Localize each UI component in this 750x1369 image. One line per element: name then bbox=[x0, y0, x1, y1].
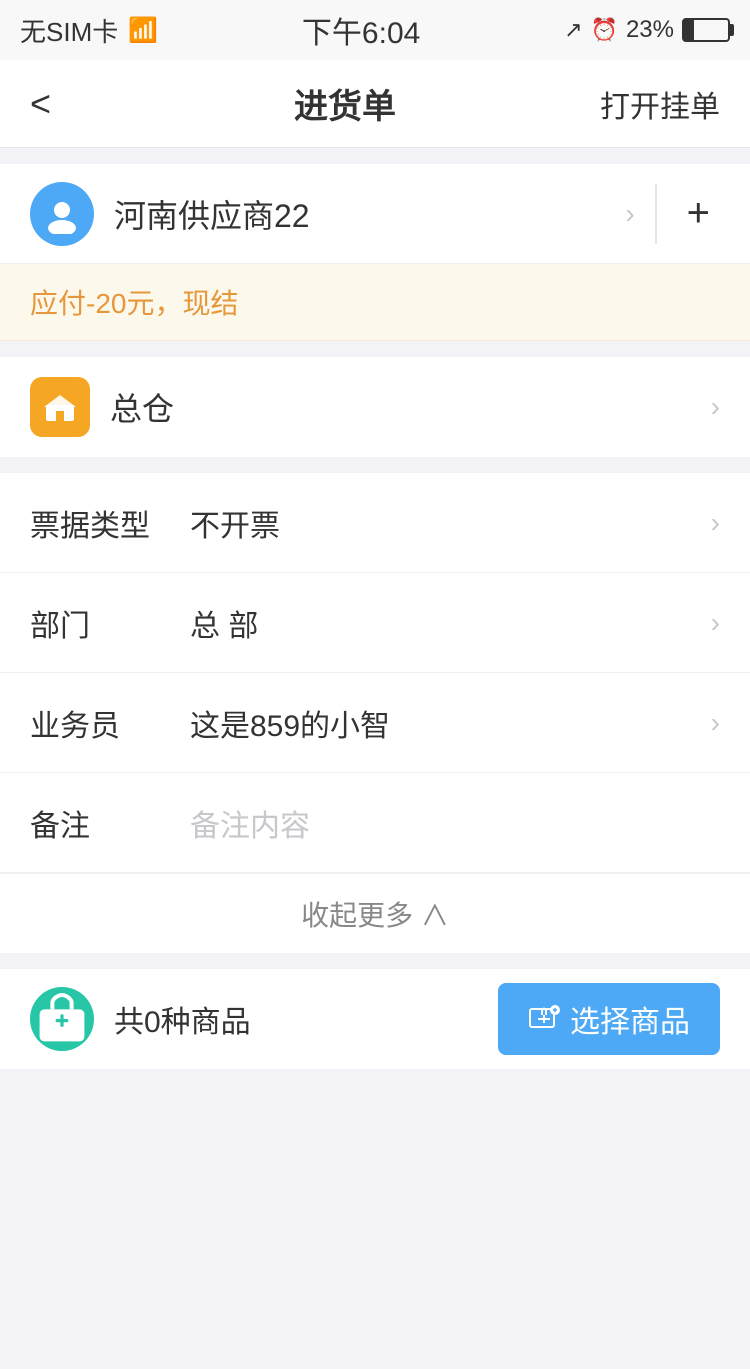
location-icon: ↗ bbox=[564, 17, 582, 43]
remark-row[interactable]: 备注 备注内容 bbox=[0, 773, 750, 873]
status-right: ↗ ⏰ 23% bbox=[564, 16, 730, 44]
supplier-add-button[interactable]: + bbox=[677, 181, 720, 246]
nav-bar: < 进货单 打开挂单 bbox=[0, 60, 750, 148]
select-product-label: 选择商品 bbox=[570, 997, 690, 1041]
battery-icon bbox=[682, 18, 730, 42]
select-product-icon bbox=[528, 1003, 560, 1035]
bottom-section: 共0种商品 选择商品 bbox=[0, 969, 750, 1069]
supplier-name: 河南供应商22 bbox=[114, 191, 625, 237]
carrier-text: 无SIM卡 bbox=[20, 12, 118, 49]
supplier-chevron-icon: › bbox=[625, 198, 634, 230]
product-count-text: 共0种商品 bbox=[114, 997, 498, 1041]
notice-bar: 应付-20元，现结 bbox=[0, 264, 750, 341]
form-section: 票据类型 不开票 › 部门 总 部 › 业务员 这是859的小智 › 备注 备注… bbox=[0, 473, 750, 953]
warehouse-chevron-icon: › bbox=[711, 391, 720, 423]
select-product-button[interactable]: 选择商品 bbox=[498, 983, 720, 1055]
supplier-avatar bbox=[30, 182, 94, 246]
salesperson-row[interactable]: 业务员 这是859的小智 › bbox=[0, 673, 750, 773]
warehouse-name: 总仓 bbox=[110, 384, 711, 430]
status-left: 无SIM卡 📶 bbox=[20, 12, 158, 49]
invoice-type-chevron-icon: › bbox=[711, 507, 720, 539]
department-row[interactable]: 部门 总 部 › bbox=[0, 573, 750, 673]
warehouse-row[interactable]: 总仓 › bbox=[0, 357, 750, 457]
battery-text: 23% bbox=[626, 16, 674, 44]
remark-label: 备注 bbox=[30, 801, 170, 845]
salesperson-chevron-icon: › bbox=[711, 707, 720, 739]
warehouse-section: 总仓 › bbox=[0, 357, 750, 457]
page-title: 进货单 bbox=[294, 79, 396, 128]
supplier-divider bbox=[655, 184, 657, 244]
invoice-type-row[interactable]: 票据类型 不开票 › bbox=[0, 473, 750, 573]
alarm-icon: ⏰ bbox=[591, 17, 618, 43]
wifi-icon: 📶 bbox=[128, 16, 158, 45]
back-button[interactable]: < bbox=[30, 83, 90, 125]
invoice-type-value: 不开票 bbox=[170, 501, 711, 545]
section-gap-1 bbox=[0, 148, 750, 164]
remark-placeholder[interactable]: 备注内容 bbox=[170, 801, 720, 845]
salesperson-value: 这是859的小智 bbox=[170, 701, 711, 745]
salesperson-label: 业务员 bbox=[30, 701, 170, 745]
status-bar: 无SIM卡 📶 下午6:04 ↗ ⏰ 23% bbox=[0, 0, 750, 60]
collapse-bar[interactable]: 收起更多 ∧ bbox=[0, 873, 750, 953]
department-label: 部门 bbox=[30, 601, 170, 645]
product-icon bbox=[30, 987, 94, 1051]
notice-text: 应付-20元，现结 bbox=[30, 288, 238, 319]
supplier-section: 河南供应商22 › + 应付-20元，现结 bbox=[0, 164, 750, 341]
department-chevron-icon: › bbox=[711, 607, 720, 639]
department-value: 总 部 bbox=[170, 601, 711, 645]
open-pending-button[interactable]: 打开挂单 bbox=[600, 82, 720, 126]
warehouse-icon bbox=[30, 377, 90, 437]
invoice-type-label: 票据类型 bbox=[30, 501, 170, 545]
collapse-label: 收起更多 ∧ bbox=[301, 894, 449, 934]
supplier-row[interactable]: 河南供应商22 › + bbox=[0, 164, 750, 264]
time-text: 下午6:04 bbox=[302, 8, 420, 52]
gray-fill-area bbox=[0, 1069, 750, 1369]
